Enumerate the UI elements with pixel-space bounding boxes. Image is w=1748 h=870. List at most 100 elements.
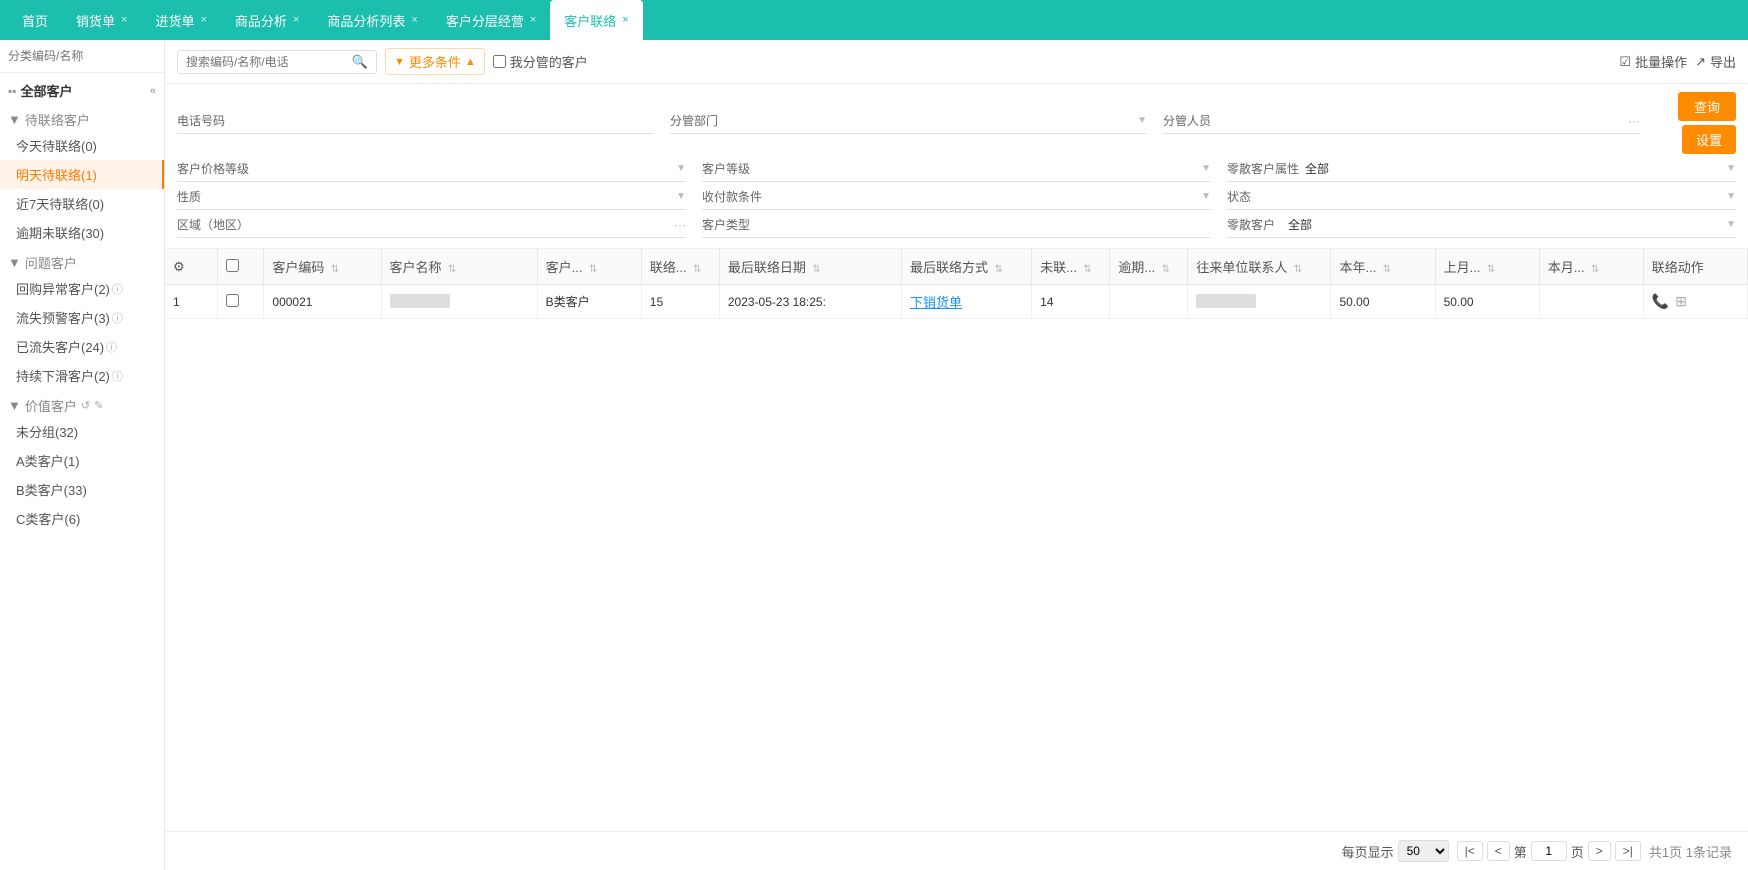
sidebar-item-lost[interactable]: 已流失客户(24) ⓘ <box>0 332 164 361</box>
sidebar-item-abnormal[interactable]: 回购异常客户(2) ⓘ <box>0 274 164 303</box>
last-method-sort-icon[interactable]: ⇅ <box>994 264 1002 275</box>
th-settings: ⚙ <box>165 249 217 285</box>
sidebar-item-overdue-pending[interactable]: 逾期未联络(30) <box>0 218 164 247</box>
region-dots-icon[interactable]: ··· <box>674 218 686 232</box>
nav-sales[interactable]: 销货单 × <box>62 0 141 40</box>
nav-purchase[interactable]: 进货单 × <box>141 0 220 40</box>
footer: 每页显示 50 100 200 |< < 第 页 > >| 共1页 1条记录 <box>165 831 1748 870</box>
person-dots-icon[interactable]: ··· <box>1628 114 1640 128</box>
td-code: 000021 <box>264 285 381 319</box>
dept-arrow-icon[interactable]: ▼ <box>1137 115 1147 126</box>
nav-product-list[interactable]: 商品分析列表 × <box>313 0 431 40</box>
select-all-checkbox[interactable] <box>226 259 239 272</box>
sidebar-item-ungrouped[interactable]: 未分组(32) <box>0 417 164 446</box>
th-unlinkd: 未联... ⇅ <box>1032 249 1110 285</box>
bulk-ops-area: ☑ 批量操作 ↗ 导出 <box>1619 52 1736 71</box>
last-method-link[interactable]: 下销货单 <box>910 295 962 310</box>
table-settings-icon[interactable]: ⚙ <box>173 259 185 274</box>
page-input[interactable] <box>1531 841 1567 861</box>
this-month-sort-icon[interactable]: ⇅ <box>1591 264 1599 275</box>
sidebar-search-input[interactable] <box>8 49 163 63</box>
next-page-btn[interactable]: > <box>1588 841 1611 861</box>
settings-button[interactable]: 设置 <box>1682 125 1736 154</box>
filter-retail-customer: 零散客户 全部 ▼ <box>1227 216 1736 238</box>
filter-person: 分管人员 ··· <box>1163 112 1640 134</box>
close-customer-tier-icon[interactable]: × <box>530 14 536 26</box>
toolbar: 🔍 ▼ 更多条件 ▲ 我分管的客户 ☑ 批量操作 ↗ 导出 <box>165 40 1748 84</box>
sidebar-item-declining[interactable]: 持续下滑客户(2) ⓘ <box>0 361 164 390</box>
row-checkbox[interactable] <box>226 294 239 307</box>
value-edit-icon[interactable]: ✎ <box>94 399 103 412</box>
last-month-sort-icon[interactable]: ⇅ <box>1487 264 1495 275</box>
more-filter-btn[interactable]: ▼ 更多条件 ▲ <box>385 48 485 75</box>
unlinkd-sort-icon[interactable]: ⇅ <box>1083 264 1091 275</box>
nav-customer-contact[interactable]: 客户联络 × <box>550 0 642 40</box>
nav-customer-tier[interactable]: 客户分层经营 × <box>432 0 550 40</box>
th-contact: 联络... ⇅ <box>641 249 719 285</box>
value-refresh-icon[interactable]: ↺ <box>81 399 90 412</box>
td-this-month <box>1539 285 1643 319</box>
my-customer-checkbox-wrap[interactable]: 我分管的客户 <box>493 52 588 71</box>
filter-row-4: 区域（地区） ··· 客户类型 零散客户 全部 ▼ <box>177 216 1736 238</box>
th-name: 客户名称 ⇅ <box>381 249 537 285</box>
th-overdue: 逾期... ⇅ <box>1110 249 1188 285</box>
sidebar-search-wrap: 🔍 <box>0 40 164 73</box>
page-nav: |< < 第 页 > >| <box>1457 841 1641 861</box>
call-icon[interactable]: 📞 <box>1652 293 1669 310</box>
close-product-analysis-icon[interactable]: × <box>293 14 299 26</box>
sidebar-item-c-class[interactable]: C类客户(6) <box>0 504 164 533</box>
sidebar-item-b-class[interactable]: B类客户(33) <box>0 475 164 504</box>
th-this-year: 本年... ⇅ <box>1331 249 1435 285</box>
per-page-select[interactable]: 50 100 200 <box>1398 840 1449 862</box>
my-customer-checkbox[interactable] <box>493 55 506 68</box>
export-btn[interactable]: ↗ 导出 <box>1695 52 1736 71</box>
filter-status: 状态 ▼ <box>1227 188 1736 210</box>
last-date-sort-icon[interactable]: ⇅ <box>812 264 820 275</box>
close-product-list-icon[interactable]: × <box>411 14 417 26</box>
close-sales-icon[interactable]: × <box>121 14 127 26</box>
nature-arrow-icon[interactable]: ▼ <box>676 191 686 202</box>
filter-customer-level: 客户等级 ▼ <box>702 160 1211 182</box>
payment-arrow-icon[interactable]: ▼ <box>1201 191 1211 202</box>
sidebar-item-a-class[interactable]: A类客户(1) <box>0 446 164 475</box>
filter-nature: 性质 ▼ <box>177 188 686 210</box>
filter-phone: 电话号码 <box>177 112 654 134</box>
code-sort-icon[interactable]: ⇅ <box>331 264 339 275</box>
search-input[interactable] <box>186 55 352 69</box>
last-page-btn[interactable]: >| <box>1615 841 1641 861</box>
nav-home[interactable]: 首页 <box>8 0 62 40</box>
close-purchase-icon[interactable]: × <box>200 14 206 26</box>
main-layout: 🔍 ▪▪ 全部客户 « ▼ 待联络客户 今天待联络(0) 明天待联络(1) 近7… <box>0 40 1748 870</box>
retail-attr-arrow-icon[interactable]: ▼ <box>1726 163 1736 174</box>
sidebar-item-7days-pending[interactable]: 近7天待联络(0) <box>0 189 164 218</box>
problem-group-label: ▼ 问题客户 <box>0 247 164 274</box>
collapse-icon[interactable]: « <box>150 85 156 97</box>
contact-sort-icon[interactable]: ⇅ <box>693 264 701 275</box>
name-sort-icon[interactable]: ⇅ <box>448 264 456 275</box>
this-year-sort-icon[interactable]: ⇅ <box>1383 264 1391 275</box>
grid-icon[interactable]: ⊞ <box>1675 293 1687 310</box>
overdue-sort-icon[interactable]: ⇅ <box>1161 264 1169 275</box>
first-page-btn[interactable]: |< <box>1457 841 1483 861</box>
all-customers-title: ▪▪ 全部客户 « <box>0 73 164 104</box>
sidebar-item-warning[interactable]: 流失预警客户(3) ⓘ <box>0 303 164 332</box>
price-level-arrow-icon[interactable]: ▼ <box>676 163 686 174</box>
bulk-ops-btn[interactable]: ☑ 批量操作 <box>1619 52 1687 71</box>
customer-level-arrow-icon[interactable]: ▼ <box>1201 163 1211 174</box>
query-button[interactable]: 查询 <box>1678 92 1736 121</box>
prev-page-btn[interactable]: < <box>1487 841 1510 861</box>
nav-product-analysis[interactable]: 商品分析 × <box>221 0 313 40</box>
export-icon: ↗ <box>1695 54 1706 70</box>
customer-name-blurred <box>390 294 450 308</box>
status-arrow-icon[interactable]: ▼ <box>1726 191 1736 202</box>
sidebar-item-today-pending[interactable]: 今天待联络(0) <box>0 131 164 160</box>
td-type: B类客户 <box>537 285 641 319</box>
filter-dept: 分管部门 ▼ <box>670 112 1147 134</box>
sidebar-item-tomorrow-pending[interactable]: 明天待联络(1) <box>0 160 164 189</box>
type-sort-icon[interactable]: ⇅ <box>589 264 597 275</box>
th-type: 客户... ⇅ <box>537 249 641 285</box>
toolbar-search-icon[interactable]: 🔍 <box>352 54 368 70</box>
retail-customer-arrow-icon[interactable]: ▼ <box>1726 219 1736 230</box>
close-customer-contact-icon[interactable]: × <box>622 14 628 26</box>
contact-person-sort-icon[interactable]: ⇅ <box>1294 264 1302 275</box>
